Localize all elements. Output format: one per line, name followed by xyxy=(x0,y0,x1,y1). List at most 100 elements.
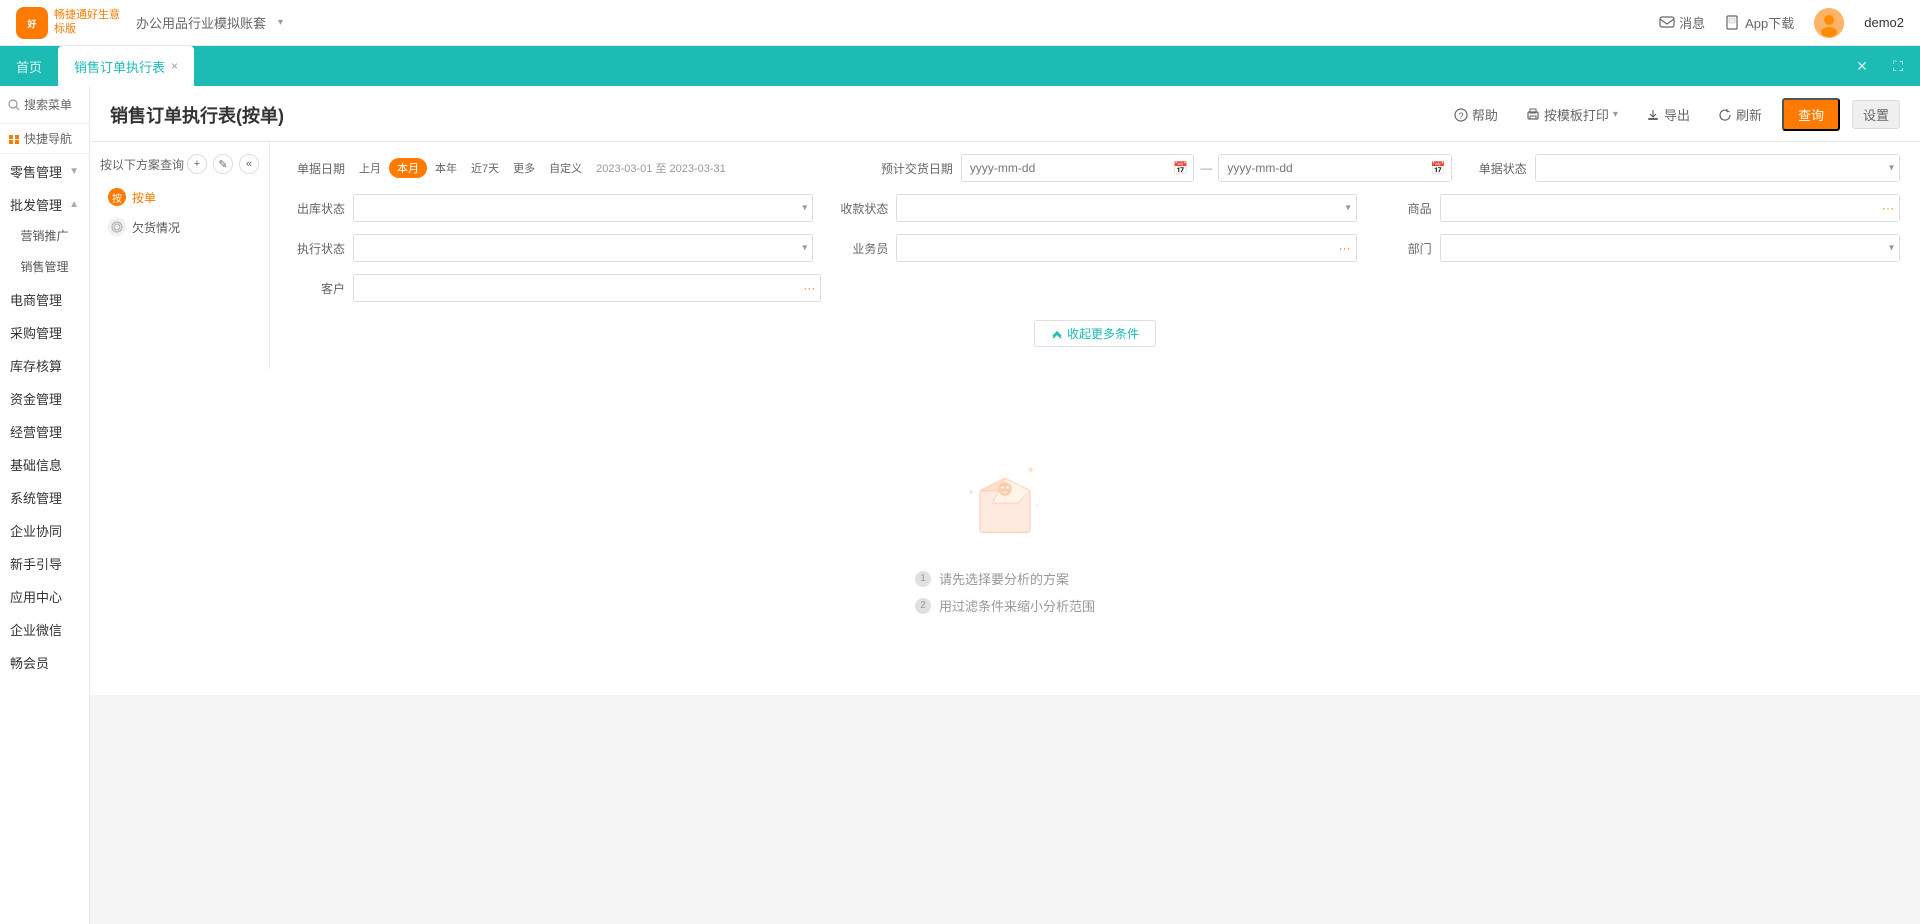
tab-close-icon[interactable]: × xyxy=(171,59,178,73)
export-btn[interactable]: 导出 xyxy=(1638,101,1698,128)
print-dropdown-icon[interactable]: ▾ xyxy=(1613,109,1618,120)
date-label: 单据日期 xyxy=(290,160,345,177)
sidebar-group-appstore[interactable]: 应用中心 xyxy=(0,579,89,612)
date-tab-more[interactable]: 更多 xyxy=(507,158,541,178)
delivery-date-label: 预计交货日期 xyxy=(881,160,953,177)
avatar[interactable] xyxy=(1814,8,1844,38)
search-icon xyxy=(8,99,20,111)
sidebar-group-inventory[interactable]: 库存核算 xyxy=(0,348,89,381)
user-name[interactable]: demo2 xyxy=(1864,15,1904,30)
date-tab-custom[interactable]: 自定义 xyxy=(543,158,588,178)
filter-row-2: 出库状态 ▾ 收款状态 xyxy=(290,194,1900,222)
filter-item-date: 单据日期 上月 本月 本年 近7天 更多 自定义 2023-03-01 至 20… xyxy=(290,158,861,178)
sidebar-group-guide[interactable]: 新手引导 xyxy=(0,546,89,579)
doc-status-label: 单据状态 xyxy=(1472,160,1527,177)
delivery-end-input[interactable] xyxy=(1218,154,1451,182)
refresh-btn[interactable]: 刷新 xyxy=(1710,101,1770,128)
sidebar-quick-nav[interactable]: 快捷导航 xyxy=(0,124,89,154)
retail-expand-icon: ▼ xyxy=(69,166,79,177)
sidebar-group-system[interactable]: 系统管理 xyxy=(0,480,89,513)
add-scheme-btn[interactable]: + xyxy=(187,154,207,174)
date-tabs: 上月 本月 本年 近7天 更多 自定义 xyxy=(353,158,588,178)
tab-bar: 首页 销售订单执行表 × ✕ ⛶ xyxy=(0,46,1920,86)
tab-home[interactable]: 首页 xyxy=(0,46,58,86)
date-tab-last-month[interactable]: 上月 xyxy=(353,158,387,178)
message-action[interactable]: 消息 xyxy=(1659,13,1705,32)
by-order-icon: 按 xyxy=(108,188,126,206)
exec-status-select[interactable] xyxy=(353,234,813,262)
settings-btn[interactable]: 设置 xyxy=(1852,100,1900,129)
edit-scheme-btn[interactable]: ✎ xyxy=(213,154,233,174)
search-btn[interactable]: 查询 xyxy=(1782,98,1840,131)
collapse-btn[interactable]: 收起更多条件 xyxy=(1034,320,1156,347)
sidebar-group-basic[interactable]: 基础信息 xyxy=(0,447,89,480)
sidebar-group-ecommerce[interactable]: 电商管理 xyxy=(0,282,89,315)
exec-status-label: 执行状态 xyxy=(290,240,345,257)
date-tab-this-year[interactable]: 本年 xyxy=(429,158,463,178)
page-actions: ? 帮助 按模板打印 ▾ xyxy=(1446,98,1900,131)
app-dropdown-icon[interactable]: ▾ xyxy=(278,17,283,28)
delivery-status-select[interactable] xyxy=(353,194,813,222)
sidebar-item-marketing[interactable]: 营销推广 xyxy=(0,220,89,251)
salesperson-input[interactable] xyxy=(896,234,1356,262)
page-header: 销售订单执行表(按单) ? 帮助 按模板打印 ▾ xyxy=(90,86,1920,142)
sidebar-group-operations[interactable]: 经营管理 xyxy=(0,414,89,447)
filter-sidebar-actions: + ✎ « xyxy=(187,154,259,174)
filter-form: 单据日期 上月 本月 本年 近7天 更多 自定义 2023-03-01 至 20… xyxy=(270,142,1920,369)
filter-sidebar-title: 按以下方案查询 + ✎ « xyxy=(100,154,259,174)
app-subtitle: 办公用品行业模拟账套 xyxy=(136,13,266,32)
sidebar-group-wechat[interactable]: 企业微信 xyxy=(0,612,89,645)
payment-status-control: ▾ xyxy=(896,194,1356,222)
collapse-sidebar-btn[interactable]: « xyxy=(239,154,259,174)
delivery-status-control: ▾ xyxy=(353,194,813,222)
sidebar-group-vip[interactable]: 畅会员 xyxy=(0,645,89,678)
date-separator: — xyxy=(1200,161,1212,175)
goods-input[interactable] xyxy=(1440,194,1900,222)
tab-sales-exec[interactable]: 销售订单执行表 × xyxy=(58,46,194,86)
svg-text:?: ? xyxy=(1458,111,1463,121)
date-tab-this-month[interactable]: 本月 xyxy=(389,158,427,178)
filter-option-arrears[interactable]: 欠货情况 xyxy=(100,212,259,242)
sidebar-group-finance[interactable]: 资金管理 xyxy=(0,381,89,414)
top-bar: 好 畅捷通好生意 标版 办公用品行业模拟账套 ▾ 消息 App下载 xyxy=(0,0,1920,46)
sidebar-group-cooperation[interactable]: 企业协同 xyxy=(0,513,89,546)
nav-icon xyxy=(8,133,20,145)
empty-tip-1: 1 请先选择要分析的方案 xyxy=(915,569,1095,588)
tip-num-2: 2 xyxy=(915,598,931,614)
filter-item-department: 部门 ▾ xyxy=(1377,234,1900,262)
sidebar-item-sales[interactable]: 销售管理 xyxy=(0,251,89,282)
svg-text:✦: ✦ xyxy=(1034,501,1040,509)
logo-area[interactable]: 好 畅捷通好生意 标版 xyxy=(16,7,120,39)
sidebar-group-retail[interactable]: 零售管理 ▼ xyxy=(0,154,89,187)
empty-illustration: ✦ ✦ ✦ xyxy=(955,449,1055,549)
tab-maximize-btn[interactable]: ⛶ xyxy=(1884,52,1912,80)
empty-state: ✦ ✦ ✦ 1 请先选择要分析的方案 2 用过滤条件来缩小分析范围 xyxy=(90,369,1920,695)
filter-panel: 按以下方案查询 + ✎ « 按 xyxy=(90,142,1920,369)
sidebar-group-wholesale[interactable]: 批发管理 ▲ xyxy=(0,187,89,220)
department-select[interactable] xyxy=(1440,234,1900,262)
doc-status-control: ▾ xyxy=(1535,154,1900,182)
delivery-start-input[interactable] xyxy=(961,154,1194,182)
empty-tip-2: 2 用过滤条件来缩小分析范围 xyxy=(915,596,1095,615)
filter-row-3: 执行状态 ▾ 业务员 ··· xyxy=(290,234,1900,262)
app-download-action[interactable]: App下载 xyxy=(1725,13,1794,32)
sidebar-group-purchase[interactable]: 采购管理 xyxy=(0,315,89,348)
empty-tips: 1 请先选择要分析的方案 2 用过滤条件来缩小分析范围 xyxy=(915,569,1095,615)
sidebar-search[interactable]: 搜索菜单 xyxy=(0,86,89,124)
filter-row-1: 单据日期 上月 本月 本年 近7天 更多 自定义 2023-03-01 至 20… xyxy=(290,154,1900,182)
date-tab-last7[interactable]: 近7天 xyxy=(465,158,505,178)
print-btn[interactable]: 按模板打印 ▾ xyxy=(1518,101,1626,128)
help-icon: ? xyxy=(1454,108,1468,122)
filter-item-delivery-status: 出库状态 ▾ xyxy=(290,194,813,222)
customer-input[interactable] xyxy=(353,274,821,302)
filter-item-doc-status: 单据状态 ▾ xyxy=(1472,154,1900,182)
sidebar: 搜索菜单 快捷导航 零售管理 ▼ 批发管理 ▲ 营销推广 销售管理 xyxy=(0,86,90,924)
doc-status-select[interactable] xyxy=(1535,154,1900,182)
svg-text:✦: ✦ xyxy=(968,487,975,497)
filter-item-payment-status: 收款状态 ▾ xyxy=(833,194,1356,222)
filter-option-by-order[interactable]: 按 按单 xyxy=(100,182,259,212)
help-btn[interactable]: ? 帮助 xyxy=(1446,101,1506,128)
tab-close-window-btn[interactable]: ✕ xyxy=(1848,52,1876,80)
svg-text:好: 好 xyxy=(26,18,36,29)
payment-status-select[interactable] xyxy=(896,194,1356,222)
